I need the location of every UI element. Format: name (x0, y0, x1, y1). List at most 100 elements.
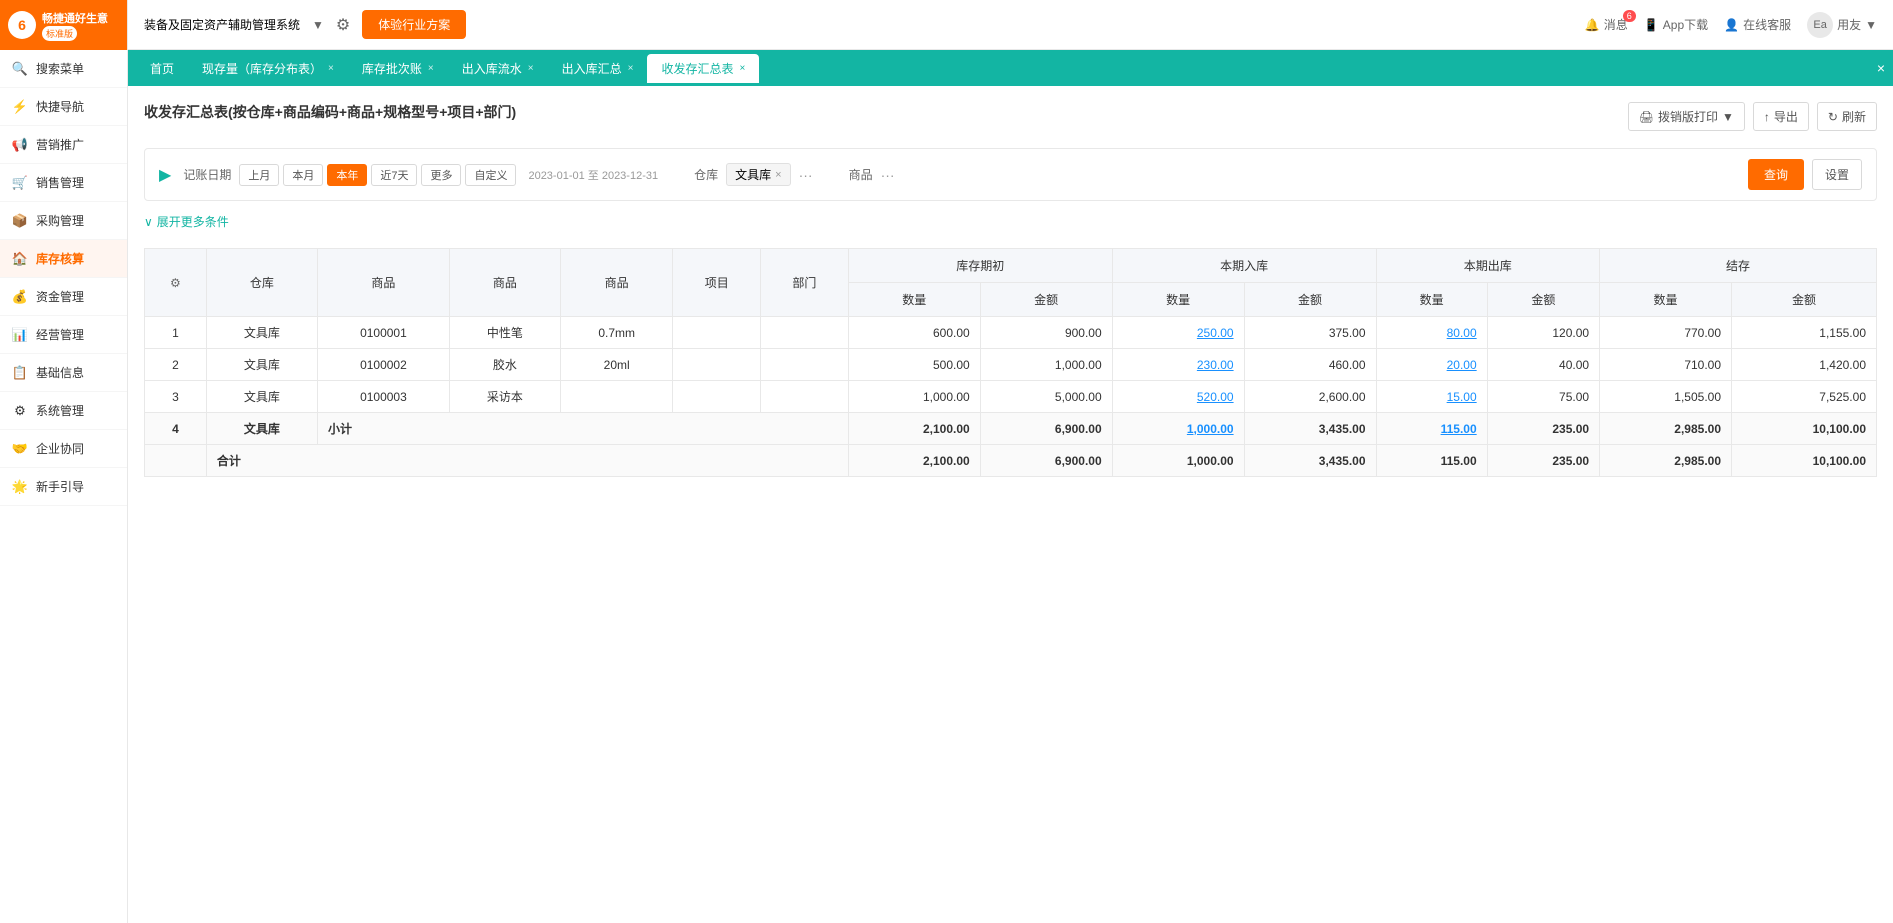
tab-inout-flow[interactable]: 出入库流水 × (448, 54, 548, 83)
sidebar-item-quick[interactable]: ⚡ 快捷导航 (0, 88, 127, 126)
sidebar-item-basic[interactable]: 📋 基础信息 (0, 354, 127, 392)
th-project: 项目 (673, 249, 761, 317)
tab-stock[interactable]: 现存量（库存分布表） × (188, 54, 348, 83)
tab-batch[interactable]: 库存批次账 × (348, 54, 448, 83)
tab-receive-summary-close[interactable]: × (739, 63, 745, 74)
user-menu[interactable]: Ea 用友 ▼ (1807, 12, 1877, 38)
goods-filter-dots[interactable]: ··· (881, 167, 895, 183)
total-out-qty: 115.00 (1376, 445, 1487, 477)
row-warehouse: 文具库 (206, 349, 317, 381)
subtotal-in-amt: 3,435.00 (1244, 413, 1376, 445)
warehouse-filter-dots[interactable]: ··· (799, 167, 813, 183)
row-in-qty[interactable]: 520.00 (1112, 381, 1244, 413)
sidebar-item-sales[interactable]: 🛒 销售管理 (0, 164, 127, 202)
sidebar-item-guide[interactable]: 🌟 新手引导 (0, 468, 127, 506)
print-button[interactable]: 🖨 拨销版打印 ▼ (1628, 102, 1745, 131)
row-num: 1 (145, 317, 207, 349)
date-range-display: 2023-01-01 至 2023-12-31 (528, 167, 658, 183)
settings-button[interactable]: 设置 (1812, 159, 1862, 190)
trial-button[interactable]: 体验行业方案 (362, 10, 466, 39)
date-filter-group: 记账日期 上月 本月 本年 近7天 更多 自定义 2023-01-01 至 20… (183, 164, 658, 186)
row-out-amt: 120.00 (1487, 317, 1599, 349)
th-dept: 部门 (761, 249, 849, 317)
phone-icon: 📱 (1644, 18, 1659, 32)
row-in-qty[interactable]: 230.00 (1112, 349, 1244, 381)
tab-home-label: 首页 (150, 60, 174, 77)
sidebar-item-operation[interactable]: 📊 经营管理 (0, 316, 127, 354)
inventory-icon: 🏠 (12, 251, 28, 267)
warehouse-filter-group: 仓库 文具库 × ··· (694, 163, 812, 186)
date-btn-more[interactable]: 更多 (421, 164, 461, 186)
online-support-button[interactable]: 👤 在线客服 (1724, 16, 1791, 33)
row-dept (761, 349, 849, 381)
row-dept (761, 317, 849, 349)
row-num: 3 (145, 381, 207, 413)
row-in-qty[interactable]: 250.00 (1112, 317, 1244, 349)
date-btn-this-month[interactable]: 本月 (283, 164, 323, 186)
total-label: 合计 (206, 445, 848, 477)
warehouse-tag-close[interactable]: × (775, 169, 781, 181)
query-button[interactable]: 查询 (1748, 159, 1804, 190)
date-btn-this-year[interactable]: 本年 (327, 164, 367, 186)
tab-inout-summary-label: 出入库汇总 (562, 60, 622, 77)
sidebar-item-purchase[interactable]: 📦 采购管理 (0, 202, 127, 240)
date-filter-label: 记账日期 (183, 166, 231, 183)
total-in-amt: 3,435.00 (1244, 445, 1376, 477)
sidebar-item-search[interactable]: 🔍 搜索菜单 (0, 50, 127, 88)
th-in-qty: 数量 (1112, 283, 1244, 317)
subtotal-row: 4 文具库 小计 2,100.00 6,900.00 1,000.00 3,43… (145, 413, 1877, 445)
date-btn-last-month[interactable]: 上月 (239, 164, 279, 186)
sidebar-item-system[interactable]: ⚙ 系统管理 (0, 392, 127, 430)
export-button[interactable]: ↑ 导出 (1753, 102, 1809, 131)
row-name: 胶水 (449, 349, 560, 381)
table-row: 3 文具库 0100003 采访本 1,000.00 5,000.00 520.… (145, 381, 1877, 413)
refresh-button[interactable]: ↻ 刷新 (1817, 102, 1877, 131)
sidebar-item-marketing[interactable]: 📢 营销推广 (0, 126, 127, 164)
sidebar-item-enterprise[interactable]: 🤝 企业协同 (0, 430, 127, 468)
filter-collapse-button[interactable]: ▶ (159, 165, 171, 185)
tabs-close-all-button[interactable]: × (1877, 60, 1885, 76)
th-out-amt: 金额 (1487, 283, 1599, 317)
system-dropdown[interactable]: ▼ (312, 18, 324, 32)
sidebar-item-label: 营销推广 (36, 136, 84, 153)
row-code: 0100001 (317, 317, 449, 349)
date-btn-7days[interactable]: 近7天 (371, 164, 417, 186)
expand-conditions-button[interactable]: ∨ 展开更多条件 (144, 213, 1877, 230)
tab-receive-summary[interactable]: 收发存汇总表 × (647, 54, 759, 83)
settings-gear-icon[interactable]: ⚙ (336, 15, 350, 35)
row-out-qty[interactable]: 20.00 (1376, 349, 1487, 381)
tabs-bar: 首页 现存量（库存分布表） × 库存批次账 × 出入库流水 × 出入库汇总 × … (128, 50, 1893, 86)
page-title: 收发存汇总表(按仓库+商品编码+商品+规格型号+项目+部门) (144, 102, 516, 122)
tab-inout-summary-close[interactable]: × (628, 63, 634, 74)
row-out-qty[interactable]: 15.00 (1376, 381, 1487, 413)
date-btn-custom[interactable]: 自定义 (465, 164, 516, 186)
tab-home[interactable]: 首页 (136, 54, 188, 83)
tab-inout-summary[interactable]: 出入库汇总 × (548, 54, 648, 83)
subtotal-out-qty[interactable]: 115.00 (1376, 413, 1487, 445)
app-download-button[interactable]: 📱 App下载 (1644, 16, 1708, 33)
sidebar-item-finance[interactable]: 💰 资金管理 (0, 278, 127, 316)
topbar: 装备及固定资产辅助管理系统 ▼ ⚙ 体验行业方案 🔔 6 消息 📱 App下载 … (128, 0, 1893, 50)
th-period-in: 本期入库 (1112, 249, 1376, 283)
sidebar-item-inventory[interactable]: 🏠 库存核算 (0, 240, 127, 278)
row-bal-qty: 770.00 (1600, 317, 1732, 349)
row-in-amt: 375.00 (1244, 317, 1376, 349)
column-settings-icon[interactable]: ⚙ (170, 276, 181, 290)
row-out-qty[interactable]: 80.00 (1376, 317, 1487, 349)
tab-stock-close[interactable]: × (328, 63, 334, 74)
messages-button[interactable]: 🔔 6 消息 (1585, 16, 1628, 33)
th-bal-amt: 金额 (1732, 283, 1877, 317)
row-project (673, 381, 761, 413)
tab-inout-flow-close[interactable]: × (528, 63, 534, 74)
th-open-amt: 金额 (980, 283, 1112, 317)
goods-filter-label: 商品 (849, 166, 873, 183)
row-bal-amt: 1,155.00 (1732, 317, 1877, 349)
subtotal-in-qty[interactable]: 1,000.00 (1112, 413, 1244, 445)
th-name: 商品 (449, 249, 560, 317)
subtotal-warehouse: 文具库 (206, 413, 317, 445)
tab-batch-label: 库存批次账 (362, 60, 422, 77)
warehouse-filter-tag[interactable]: 文具库 × (726, 163, 790, 186)
tab-batch-close[interactable]: × (428, 63, 434, 74)
query-actions: 查询 设置 (1748, 159, 1862, 190)
th-settings[interactable]: ⚙ (145, 249, 207, 317)
